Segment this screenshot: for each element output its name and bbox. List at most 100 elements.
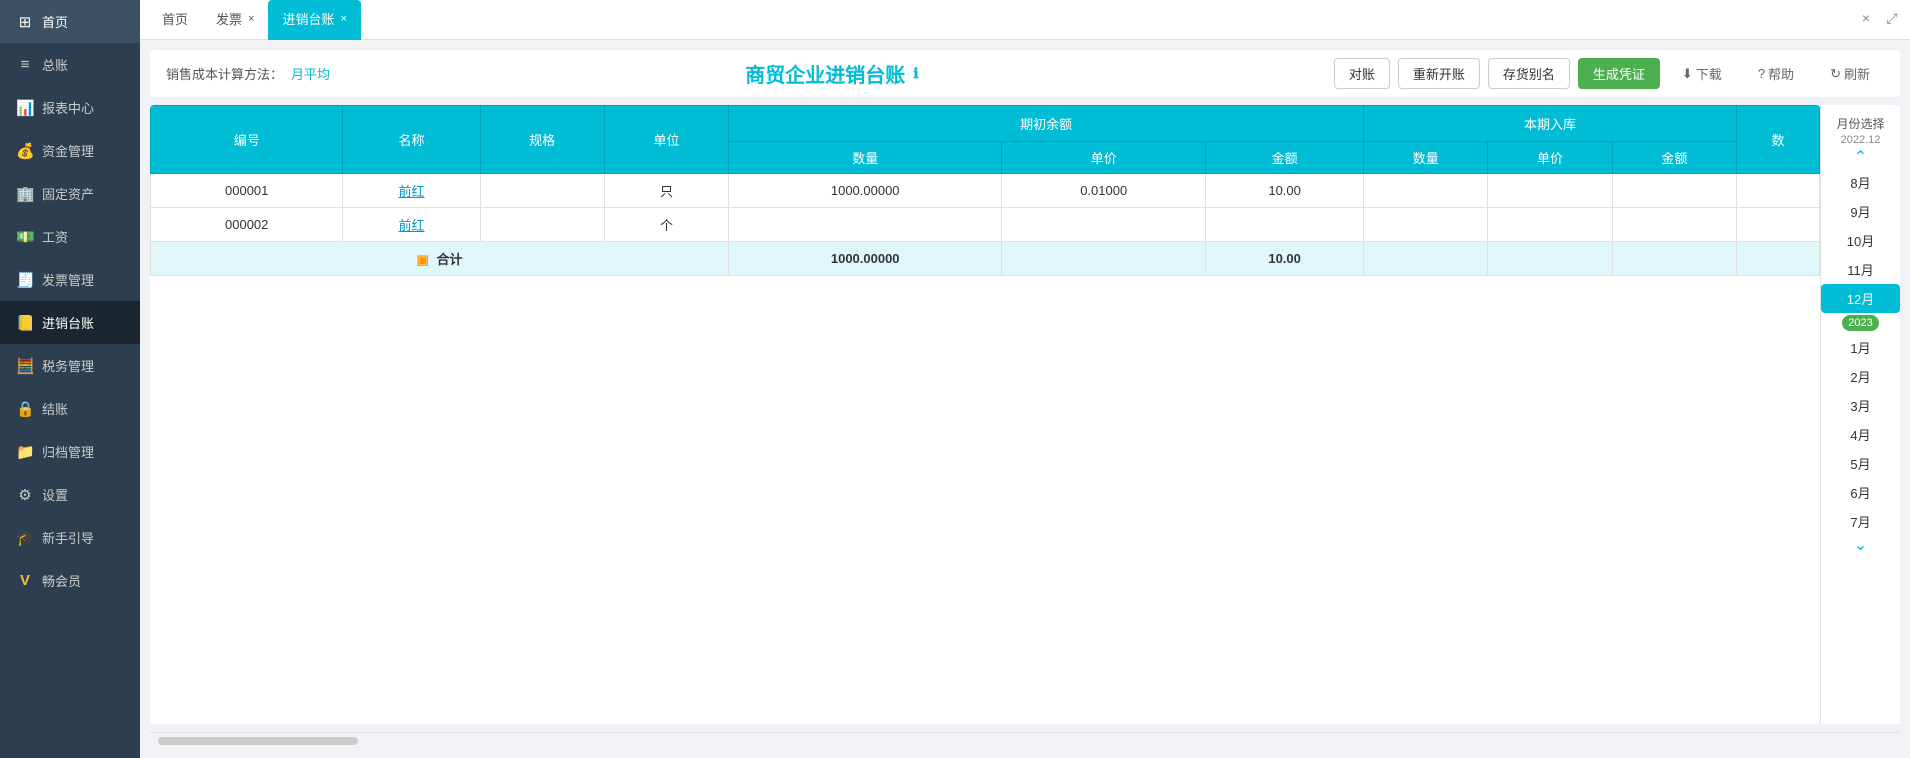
col-header-unit: 单位 <box>604 106 728 174</box>
month-item-8[interactable]: 8月 <box>1821 168 1900 197</box>
close-window-button[interactable]: × <box>1856 8 1876 28</box>
year-2023-row: 2023 <box>1821 313 1900 333</box>
sidebar-item-inventory[interactable]: 📒 进销台账 <box>0 301 140 344</box>
home-icon: ⊞ <box>16 13 34 31</box>
save-alias-button[interactable]: 存货别名 <box>1488 58 1570 89</box>
year-2022-label: 2022.12 <box>1841 134 1881 146</box>
tab-invoice[interactable]: 发票 × <box>202 0 268 40</box>
cell-id: 000001 <box>151 174 343 208</box>
month-item-11[interactable]: 11月 <box>1821 255 1900 284</box>
cost-method-label: 销售成本计算方法： <box>166 64 283 83</box>
col-header-spec: 规格 <box>480 106 604 174</box>
bottom-scrollbar-area <box>150 732 1900 748</box>
sub-header-price1: 单价 <box>1002 142 1206 174</box>
total-row: ▣ 合计 1000.00000 10.00 <box>151 242 1820 276</box>
sidebar-item-salary[interactable]: 💵 工资 <box>0 215 140 258</box>
col-header-id: 编号 <box>151 106 343 174</box>
sidebar-item-label: 结账 <box>42 399 68 418</box>
sidebar-item-label: 畅会员 <box>42 571 81 590</box>
cell-qi-price <box>1002 208 1206 242</box>
month-item-7[interactable]: 7月 <box>1821 507 1900 536</box>
sidebar-item-label: 进销台账 <box>42 313 94 332</box>
month-item-12[interactable]: 12月 <box>1821 284 1900 313</box>
sidebar-item-close[interactable]: 🔒 结账 <box>0 387 140 430</box>
month-panel: 月份选择 2022.12 ⌃ 8月 9月 10月 11月 12月 2023 1月… <box>1820 105 1900 724</box>
sidebar-item-label: 归档管理 <box>42 442 94 461</box>
generate-button[interactable]: 生成凭证 <box>1578 58 1660 89</box>
page-title: 商贸企业进销台账 <box>745 59 905 88</box>
download-button[interactable]: ⬇ 下载 <box>1668 59 1736 88</box>
cell-qi-qty: 1000.00000 <box>729 174 1002 208</box>
month-item-9[interactable]: 9月 <box>1821 197 1900 226</box>
content-area: 销售成本计算方法： 月平均 商贸企业进销台账 ℹ 对账 重新开账 存货别名 生成… <box>140 40 1910 758</box>
total-in-price <box>1488 242 1612 276</box>
sidebar-item-settings[interactable]: ⚙ 设置 <box>0 473 140 516</box>
cell-unit: 只 <box>604 174 728 208</box>
info-icon: ℹ <box>913 65 918 82</box>
archive-icon: 📁 <box>16 443 34 461</box>
total-in-amount <box>1612 242 1736 276</box>
cell-qi-amount <box>1206 208 1364 242</box>
sidebar-item-finance[interactable]: 💰 资金管理 <box>0 129 140 172</box>
month-item-10[interactable]: 10月 <box>1821 226 1900 255</box>
col-header-extra: 数 <box>1737 106 1820 174</box>
refresh-button[interactable]: ↻ 刷新 <box>1816 59 1884 88</box>
maximize-window-button[interactable]: ⤢ <box>1882 8 1902 28</box>
horizontal-scrollbar[interactable] <box>158 737 358 745</box>
cost-method-value: 月平均 <box>291 64 330 83</box>
sidebar-item-tax[interactable]: 🧮 税务管理 <box>0 344 140 387</box>
cell-in-amount <box>1612 174 1736 208</box>
month-item-4[interactable]: 4月 <box>1821 420 1900 449</box>
month-scroll-down[interactable]: ⌄ <box>1854 536 1867 556</box>
sub-header-price2: 单价 <box>1488 142 1612 174</box>
invoice-mgmt-icon: 🧾 <box>16 271 34 289</box>
reopen-button[interactable]: 重新开账 <box>1398 58 1480 89</box>
sidebar-item-label: 资金管理 <box>42 141 94 160</box>
settings-icon: ⚙ <box>16 486 34 504</box>
month-panel-title: 月份选择 <box>1836 111 1884 134</box>
ledger-icon: ≡ <box>16 56 34 73</box>
cell-in-qty <box>1364 208 1488 242</box>
total-qi-qty: 1000.00000 <box>729 242 1002 276</box>
cell-in-price <box>1488 208 1612 242</box>
sidebar-item-member[interactable]: V 畅会员 <box>0 559 140 602</box>
month-item-3[interactable]: 3月 <box>1821 391 1900 420</box>
tab-inventory-close[interactable]: × <box>340 13 346 25</box>
cell-id: 000002 <box>151 208 343 242</box>
help-button[interactable]: ? 帮助 <box>1744 59 1808 88</box>
col-header-name: 名称 <box>343 106 480 174</box>
month-item-2[interactable]: 2月 <box>1821 362 1900 391</box>
tab-home[interactable]: 首页 <box>148 0 202 40</box>
sidebar-item-guide[interactable]: 🎓 新手引导 <box>0 516 140 559</box>
sub-header-qty2: 数量 <box>1364 142 1488 174</box>
sidebar-item-label: 设置 <box>42 485 68 504</box>
sidebar-item-label: 新手引导 <box>42 528 94 547</box>
sidebar-item-label: 总账 <box>42 55 68 74</box>
month-item-1[interactable]: 1月 <box>1821 333 1900 362</box>
total-in-qty <box>1364 242 1488 276</box>
sidebar-item-archive[interactable]: 📁 归档管理 <box>0 430 140 473</box>
cell-in-price <box>1488 174 1612 208</box>
sidebar-item-label: 报表中心 <box>42 98 94 117</box>
month-item-6[interactable]: 6月 <box>1821 478 1900 507</box>
tab-inventory[interactable]: 进销台账 × <box>268 0 360 40</box>
member-icon: V <box>16 572 34 589</box>
col-header-group2: 本期入库 <box>1364 106 1737 142</box>
sidebar-item-ledger[interactable]: ≡ 总账 <box>0 43 140 86</box>
month-scroll-up[interactable]: ⌃ <box>1854 148 1867 168</box>
help-icon: ? <box>1758 66 1765 81</box>
tab-home-label: 首页 <box>162 9 188 28</box>
sidebar-item-invoice-mgmt[interactable]: 🧾 发票管理 <box>0 258 140 301</box>
month-item-5[interactable]: 5月 <box>1821 449 1900 478</box>
table-wrapper: 编号 名称 规格 单位 期初余额 本期入库 数 数量 单价 金额 数 <box>150 105 1820 724</box>
tab-invoice-close[interactable]: × <box>248 13 254 25</box>
cell-spec <box>480 208 604 242</box>
sidebar-item-home[interactable]: ⊞ 首页 <box>0 0 140 43</box>
cost-method-area: 销售成本计算方法： 月平均 <box>166 64 330 83</box>
match-button[interactable]: 对账 <box>1334 58 1390 89</box>
table-row: 000001 前红 只 1000.00000 0.01000 10.00 <box>151 174 1820 208</box>
cell-spec <box>480 174 604 208</box>
sidebar-item-assets[interactable]: 🏢 固定资产 <box>0 172 140 215</box>
sidebar-item-label: 首页 <box>42 12 68 31</box>
sidebar-item-reports[interactable]: 📊 报表中心 <box>0 86 140 129</box>
